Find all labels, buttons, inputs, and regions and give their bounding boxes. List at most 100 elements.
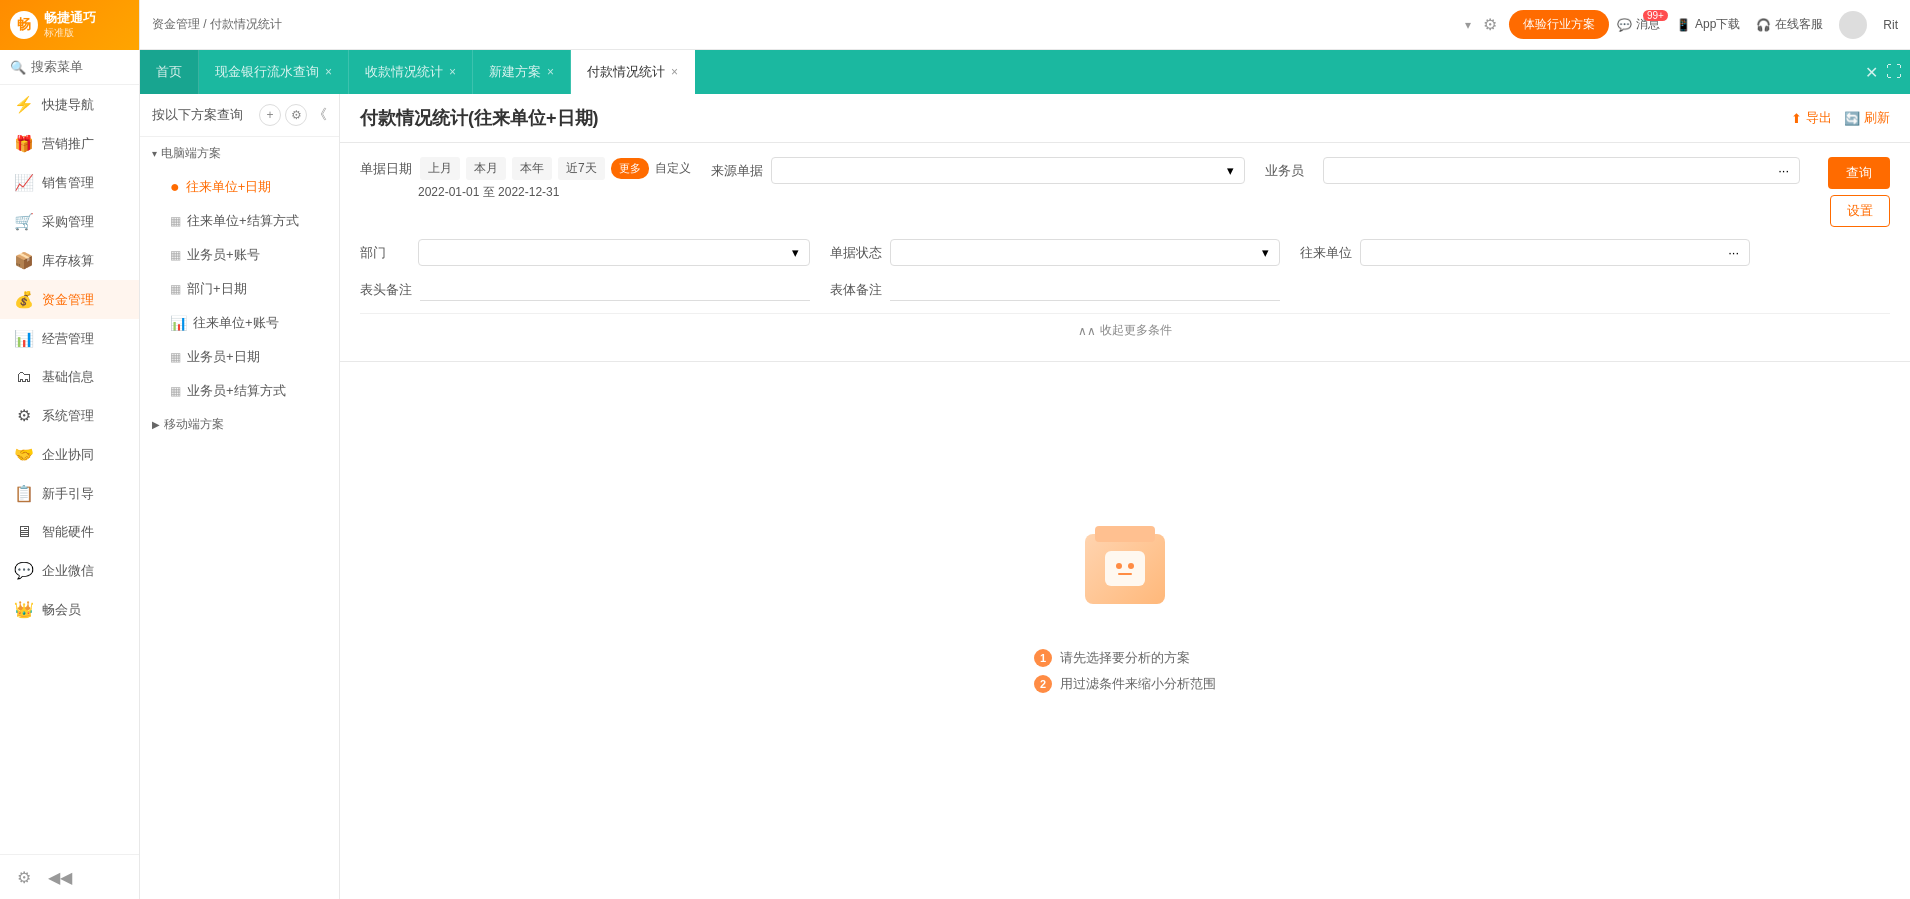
sidebar-item-label: 智能硬件 xyxy=(42,523,94,541)
username[interactable]: Rit xyxy=(1883,18,1898,32)
headset-icon: 🎧 xyxy=(1756,18,1771,32)
close-receipt-tab[interactable]: × xyxy=(449,65,456,79)
app-download-btn[interactable]: 📱 App下载 xyxy=(1676,16,1740,33)
select-dots: ··· xyxy=(1728,245,1739,260)
scheme-label: 业务员+日期 xyxy=(187,348,260,366)
collapse-sidebar-btn[interactable]: ◀◀ xyxy=(46,863,74,891)
sidebar-search[interactable]: 🔍 搜索菜单 xyxy=(0,50,139,85)
close-cash-tab[interactable]: × xyxy=(325,65,332,79)
select-arrow: ▾ xyxy=(792,245,799,260)
scheme-item-staff-account[interactable]: ▦ 业务员+账号 xyxy=(140,238,339,272)
sidebar-item-sales[interactable]: 📈 销售管理 xyxy=(0,163,139,202)
scheme-header-actions: + ⚙ xyxy=(259,104,307,126)
date-range: 2022-01-01 至 2022-12-31 xyxy=(418,184,559,201)
fullscreen-btn[interactable]: ⛶ xyxy=(1886,63,1902,81)
sidebar-nav: ⚡ 快捷导航 🎁 营销推广 📈 销售管理 🛒 采购管理 📦 库存核算 💰 资金管… xyxy=(0,85,139,854)
date-custom[interactable]: 自定义 xyxy=(655,160,691,177)
sidebar-item-inventory[interactable]: 📦 库存核算 xyxy=(0,241,139,280)
tab-home[interactable]: 首页 xyxy=(140,50,199,94)
tab-new[interactable]: 新建方案 × xyxy=(473,50,571,94)
mobile-scheme-category[interactable]: ▶ 移动端方案 xyxy=(140,408,339,441)
date-this-month[interactable]: 本月 xyxy=(466,157,506,180)
query-btn[interactable]: 查询 xyxy=(1828,157,1890,189)
tabbar-controls: ✕ ⛶ xyxy=(1857,50,1910,94)
scheme-item-partner-date[interactable]: ● 往来单位+日期 xyxy=(140,170,339,204)
sidebar-item-guide[interactable]: 📋 新手引导 xyxy=(0,474,139,513)
collapse-filter-btn[interactable]: ∧∧ 收起更多条件 xyxy=(360,313,1890,347)
scheme-item-staff-date[interactable]: ▦ 业务员+日期 xyxy=(140,340,339,374)
sidebar-item-label: 企业微信 xyxy=(42,562,94,580)
scheme-item-dept-date[interactable]: ▦ 部门+日期 xyxy=(140,272,339,306)
collapse-scheme-btn[interactable]: 《 xyxy=(313,106,327,124)
scheme-item-partner-settle[interactable]: ▦ 往来单位+结算方式 xyxy=(140,204,339,238)
sidebar-item-member[interactable]: 👑 畅会员 xyxy=(0,590,139,629)
source-select[interactable]: ▾ xyxy=(771,157,1246,184)
service-btn[interactable]: 🎧 在线客服 xyxy=(1756,16,1823,33)
staff-filter-item: 业务员 ··· xyxy=(1265,157,1800,184)
message-btn[interactable]: 💬 消息 99+ xyxy=(1617,16,1660,33)
tab-cash[interactable]: 现金银行流水查询 × xyxy=(199,50,349,94)
sidebar-item-finance[interactable]: 💰 资金管理 xyxy=(0,280,139,319)
message-icon: 💬 xyxy=(1617,18,1632,32)
msg-badge: 99+ xyxy=(1643,10,1668,21)
date-more[interactable]: 更多 xyxy=(611,158,649,179)
member-icon: 👑 xyxy=(14,600,34,619)
date-this-year[interactable]: 本年 xyxy=(512,157,552,180)
tab-payment[interactable]: 付款情况统计 × xyxy=(571,50,695,94)
sidebar-item-quick[interactable]: ⚡ 快捷导航 xyxy=(0,85,139,124)
empty-icon xyxy=(1065,509,1185,629)
page-header-actions: ⬆ 导出 🔄 刷新 xyxy=(1791,109,1890,127)
avatar[interactable] xyxy=(1839,11,1867,39)
trial-btn[interactable]: 体验行业方案 xyxy=(1509,10,1609,39)
sidebar-item-marketing[interactable]: 🎁 营销推广 xyxy=(0,124,139,163)
partner-select[interactable]: ··· xyxy=(1360,239,1750,266)
sidebar-item-wechat[interactable]: 💬 企业微信 xyxy=(0,551,139,590)
close-new-tab[interactable]: × xyxy=(547,65,554,79)
sidebar-item-basic[interactable]: 🗂 基础信息 xyxy=(0,358,139,396)
sidebar-item-system[interactable]: ⚙ 系统管理 xyxy=(0,396,139,435)
manage-scheme-btn[interactable]: ⚙ xyxy=(285,104,307,126)
inventory-icon: 📦 xyxy=(14,251,34,270)
date-filter-item: 单据日期 上月 本月 本年 近7天 更多 自定义 2022-01-0 xyxy=(360,157,691,201)
breadcrumb-arrow[interactable]: ▾ xyxy=(1465,18,1471,32)
settings-btn[interactable]: 设置 xyxy=(1830,195,1890,227)
operation-icon: 📊 xyxy=(14,329,34,348)
body-remark-input[interactable] xyxy=(890,278,1280,301)
sidebar-item-purchase[interactable]: 🛒 采购管理 xyxy=(0,202,139,241)
category-arrow: ▶ xyxy=(152,419,160,430)
cash-tab-label: 现金银行流水查询 xyxy=(215,63,319,81)
sidebar-item-hardware[interactable]: 🖥 智能硬件 xyxy=(0,513,139,551)
topbar-settings-icon[interactable]: ⚙ xyxy=(1479,11,1501,38)
date-last-month[interactable]: 上月 xyxy=(420,157,460,180)
dept-select[interactable]: ▾ xyxy=(418,239,810,266)
pc-scheme-category[interactable]: ▾ 电脑端方案 xyxy=(140,137,339,170)
header-remark-input[interactable] xyxy=(420,278,810,301)
scheme-label: 业务员+结算方式 xyxy=(187,382,286,400)
sales-icon: 📈 xyxy=(14,173,34,192)
close-all-tabs-btn[interactable]: ✕ xyxy=(1865,63,1878,82)
scheme-item-staff-settle[interactable]: ▦ 业务员+结算方式 xyxy=(140,374,339,408)
partner-filter-item: 往来单位 ··· xyxy=(1300,239,1750,266)
voucher-status-select[interactable]: ▾ xyxy=(890,239,1280,266)
filter-row-3: 表头备注 表体备注 xyxy=(360,278,1890,301)
staff-select[interactable]: ··· xyxy=(1323,157,1800,184)
empty-hint-2: 2 用过滤条件来缩小分析范围 xyxy=(1034,675,1216,693)
tab-receipt[interactable]: 收款情况统计 × xyxy=(349,50,473,94)
settings-footer-btn[interactable]: ⚙ xyxy=(10,863,38,891)
refresh-btn[interactable]: 🔄 刷新 xyxy=(1844,109,1890,127)
sidebar-item-operation[interactable]: 📊 经营管理 xyxy=(0,319,139,358)
scheme-item-partner-account[interactable]: 📊 往来单位+账号 xyxy=(140,306,339,340)
sidebar-item-collab[interactable]: 🤝 企业协同 xyxy=(0,435,139,474)
close-payment-tab[interactable]: × xyxy=(671,65,678,79)
export-btn[interactable]: ⬆ 导出 xyxy=(1791,109,1832,127)
logo-text: 畅捷通巧 xyxy=(44,10,96,26)
topbar: 资金管理 / 付款情况统计 ▾ ⚙ 体验行业方案 💬 消息 99+ 📱 App下… xyxy=(140,0,1910,50)
sidebar-item-label: 营销推广 xyxy=(42,135,94,153)
add-scheme-btn[interactable]: + xyxy=(259,104,281,126)
empty-state: 1 请先选择要分析的方案 2 用过滤条件来缩小分析范围 xyxy=(340,362,1910,899)
date-last-7-days[interactable]: 近7天 xyxy=(558,157,605,180)
header-remark-item: 表头备注 xyxy=(360,278,810,301)
dept-filter-item: 部门 ▾ xyxy=(360,239,810,266)
source-filter-item: 来源单据 ▾ xyxy=(711,157,1246,184)
page-title: 付款情况统计(往来单位+日期) xyxy=(360,106,599,130)
